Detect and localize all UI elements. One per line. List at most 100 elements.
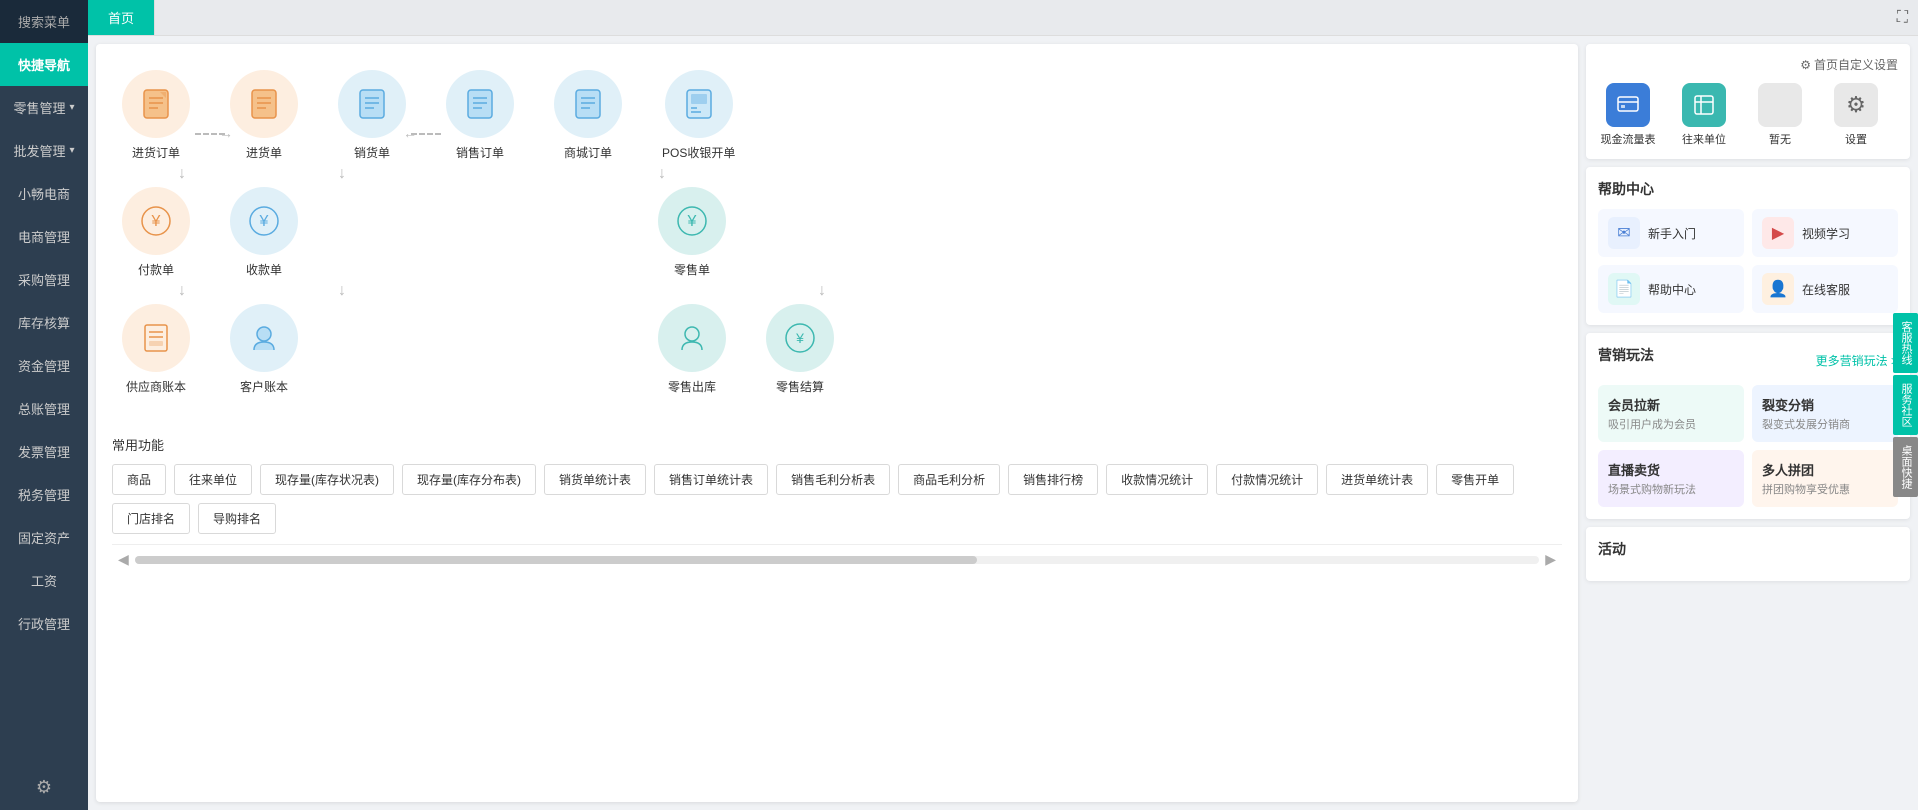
pos-label: POS收银开单	[662, 144, 735, 161]
online-service-icon: 👤	[1762, 273, 1794, 305]
sidebar-item-purchase[interactable]: 采购管理	[0, 258, 88, 301]
func-btn-sales-rank[interactable]: 销售排行榜	[1008, 464, 1098, 495]
scroll-track[interactable]	[135, 556, 1539, 564]
partner-icon	[1682, 83, 1726, 127]
payment-label: 付款单	[138, 261, 174, 278]
help-item-help-center[interactable]: 📄 帮助中心	[1598, 265, 1744, 313]
sidebar-item-tax[interactable]: 税务管理	[0, 473, 88, 516]
flow-node-mall-order[interactable]: 商城订单	[554, 70, 622, 161]
retail-settle-label: 零售结算	[776, 378, 824, 395]
sidebar-item-retail[interactable]: 零售管理▾	[0, 86, 88, 129]
flow-node-retail-settle[interactable]: ¥ 零售结算	[766, 304, 834, 395]
func-btn-product[interactable]: 商品	[112, 464, 166, 495]
newbie-icon: ✉	[1608, 217, 1640, 249]
content-area: 进货订单 进货单	[88, 36, 1918, 810]
v-arrow-sales: ↓	[282, 161, 402, 187]
func-btn-sales-stat[interactable]: 销货单统计表	[544, 464, 646, 495]
expand-button[interactable]: ⛶	[1887, 0, 1918, 35]
tab-home[interactable]: 首页	[88, 0, 155, 35]
flow-node-retail-out[interactable]: 零售出库	[658, 304, 726, 395]
svg-text:¥: ¥	[687, 213, 697, 230]
sidebar-item-assets[interactable]: 固定资产	[0, 516, 88, 559]
sidebar-item-inventory[interactable]: 库存核算	[0, 301, 88, 344]
quick-icon-partner[interactable]: 往来单位	[1674, 83, 1734, 147]
flow-node-purchase-order[interactable]: 进货订单	[122, 70, 190, 161]
settings-icon[interactable]: ⚙	[0, 765, 88, 810]
sale-order-icon	[446, 70, 514, 138]
sidebar-item-admin[interactable]: 行政管理	[0, 602, 88, 645]
help-item-online-service[interactable]: 👤 在线客服	[1752, 265, 1898, 313]
sidebar-search[interactable]: 搜索菜单	[0, 0, 88, 43]
tab-bar: 首页 ⛶	[88, 0, 1918, 36]
marketing-item-fission[interactable]: 裂变分销 裂变式发展分销商	[1752, 385, 1898, 442]
sidebar-item-wholesale[interactable]: 批发管理▾	[0, 129, 88, 172]
quick-icon-none[interactable]: 暂无	[1750, 83, 1810, 147]
func-btn-payment-stat[interactable]: 付款情况统计	[1216, 464, 1318, 495]
func-btn-store-rank[interactable]: 门店排名	[112, 503, 190, 534]
main-area: 首页 ⛶ 进货订单	[88, 0, 1918, 810]
pos-icon	[665, 70, 733, 138]
func-btn-guide-rank[interactable]: 导购排名	[198, 503, 276, 534]
flow-node-sale-order[interactable]: 销售订单	[446, 70, 514, 161]
arrow-icon: ▾	[69, 145, 74, 156]
customize-button[interactable]: ⚙ 首页自定义设置	[1800, 56, 1898, 73]
quick-icon-cashflow[interactable]: 现金流量表	[1598, 83, 1658, 147]
flow-diagram: 进货订单 进货单	[112, 60, 1562, 415]
scroll-right-btn[interactable]: ▶	[1539, 549, 1562, 570]
func-btn-product-profit[interactable]: 商品毛利分析	[898, 464, 1000, 495]
arrow-h2	[406, 133, 446, 161]
help-item-newbie[interactable]: ✉ 新手入门	[1598, 209, 1744, 257]
customer-account-label: 客户账本	[240, 378, 288, 395]
flow-node-purchase[interactable]: 进货单	[230, 70, 298, 161]
marketing-item-live[interactable]: 直播卖货 场景式购物新玩法	[1598, 450, 1744, 507]
func-btn-gross-profit[interactable]: 销售毛利分析表	[776, 464, 890, 495]
sidebar-item-invoice[interactable]: 发票管理	[0, 430, 88, 473]
v-arrow-purchase: ↓	[122, 161, 242, 187]
purchase-label: 进货单	[246, 144, 282, 161]
mall-order-icon	[554, 70, 622, 138]
func-btn-stock2[interactable]: 现存量(库存分布表)	[402, 464, 536, 495]
quick-icon-settings[interactable]: ⚙ 设置	[1826, 83, 1886, 147]
help-grid: ✉ 新手入门 ▶ 视频学习 📄 帮助中心 👤 在线客服	[1598, 209, 1898, 313]
func-btn-stock1[interactable]: 现存量(库存状况表)	[260, 464, 394, 495]
supplier-account-icon	[122, 304, 190, 372]
flow-node-customer-account[interactable]: 客户账本	[230, 304, 298, 395]
sidebar-item-ecommerce-small[interactable]: 小畅电商	[0, 172, 88, 215]
func-btn-purchase-stat[interactable]: 进货单统计表	[1326, 464, 1428, 495]
scroll-left-btn[interactable]: ◀	[112, 549, 135, 570]
func-btn-receipt-stat[interactable]: 收款情况统计	[1106, 464, 1208, 495]
sidebar-item-ecommerce-mgmt[interactable]: 电商管理	[0, 215, 88, 258]
sidebar-item-ledger[interactable]: 总账管理	[0, 387, 88, 430]
more-marketing-link[interactable]: 更多营销玩法 >	[1816, 352, 1898, 369]
flow-node-sales[interactable]: 销货单	[338, 70, 406, 161]
flow-node-pos[interactable]: POS收银开单	[662, 70, 735, 161]
marketing-item-group[interactable]: 多人拼团 拼团购物享受优惠	[1752, 450, 1898, 507]
svg-text:¥: ¥	[259, 213, 269, 230]
sale-order-label: 销售订单	[456, 144, 504, 161]
side-float-buttons: 客服热线 服务社区 桌面快捷	[1893, 313, 1918, 497]
sidebar-item-payroll[interactable]: 工资	[0, 559, 88, 602]
left-panel: 进货订单 进货单	[96, 44, 1578, 802]
flow-node-receipt[interactable]: ¥ 收款单	[230, 187, 298, 278]
func-btn-partner[interactable]: 往来单位	[174, 464, 252, 495]
flow-node-supplier-account[interactable]: 供应商账本	[122, 304, 190, 395]
quick-nav-section: ⚙ 首页自定义设置 现金流量表 往来单位	[1586, 44, 1910, 159]
settings-icon: ⚙	[1834, 83, 1878, 127]
float-btn-service[interactable]: 客服热线	[1893, 313, 1918, 373]
right-panel: ⚙ 首页自定义设置 现金流量表 往来单位	[1578, 36, 1918, 810]
func-btn-saleorder-stat[interactable]: 销售订单统计表	[654, 464, 768, 495]
svg-text:¥: ¥	[151, 213, 161, 230]
sidebar-nav-highlight[interactable]: 快捷导航	[0, 43, 88, 86]
retail-out-icon	[658, 304, 726, 372]
flow-node-retail-bill[interactable]: ¥ 零售单	[658, 187, 726, 278]
float-btn-desktop[interactable]: 桌面快捷	[1893, 437, 1918, 497]
v-arrow-retail-bill: ↓	[762, 278, 882, 304]
func-btn-retail-order[interactable]: 零售开单	[1436, 464, 1514, 495]
float-btn-community[interactable]: 服务社区	[1893, 375, 1918, 435]
sidebar-item-finance[interactable]: 资金管理	[0, 344, 88, 387]
flow-node-payment[interactable]: ¥ 付款单	[122, 187, 190, 278]
marketing-section: 营销玩法 更多营销玩法 > 会员拉新 吸引用户成为会员 裂变分销 裂变式发展分销…	[1586, 333, 1910, 519]
marketing-item-member[interactable]: 会员拉新 吸引用户成为会员	[1598, 385, 1744, 442]
v-arrow-mall: ↓	[602, 161, 722, 187]
help-item-video[interactable]: ▶ 视频学习	[1752, 209, 1898, 257]
